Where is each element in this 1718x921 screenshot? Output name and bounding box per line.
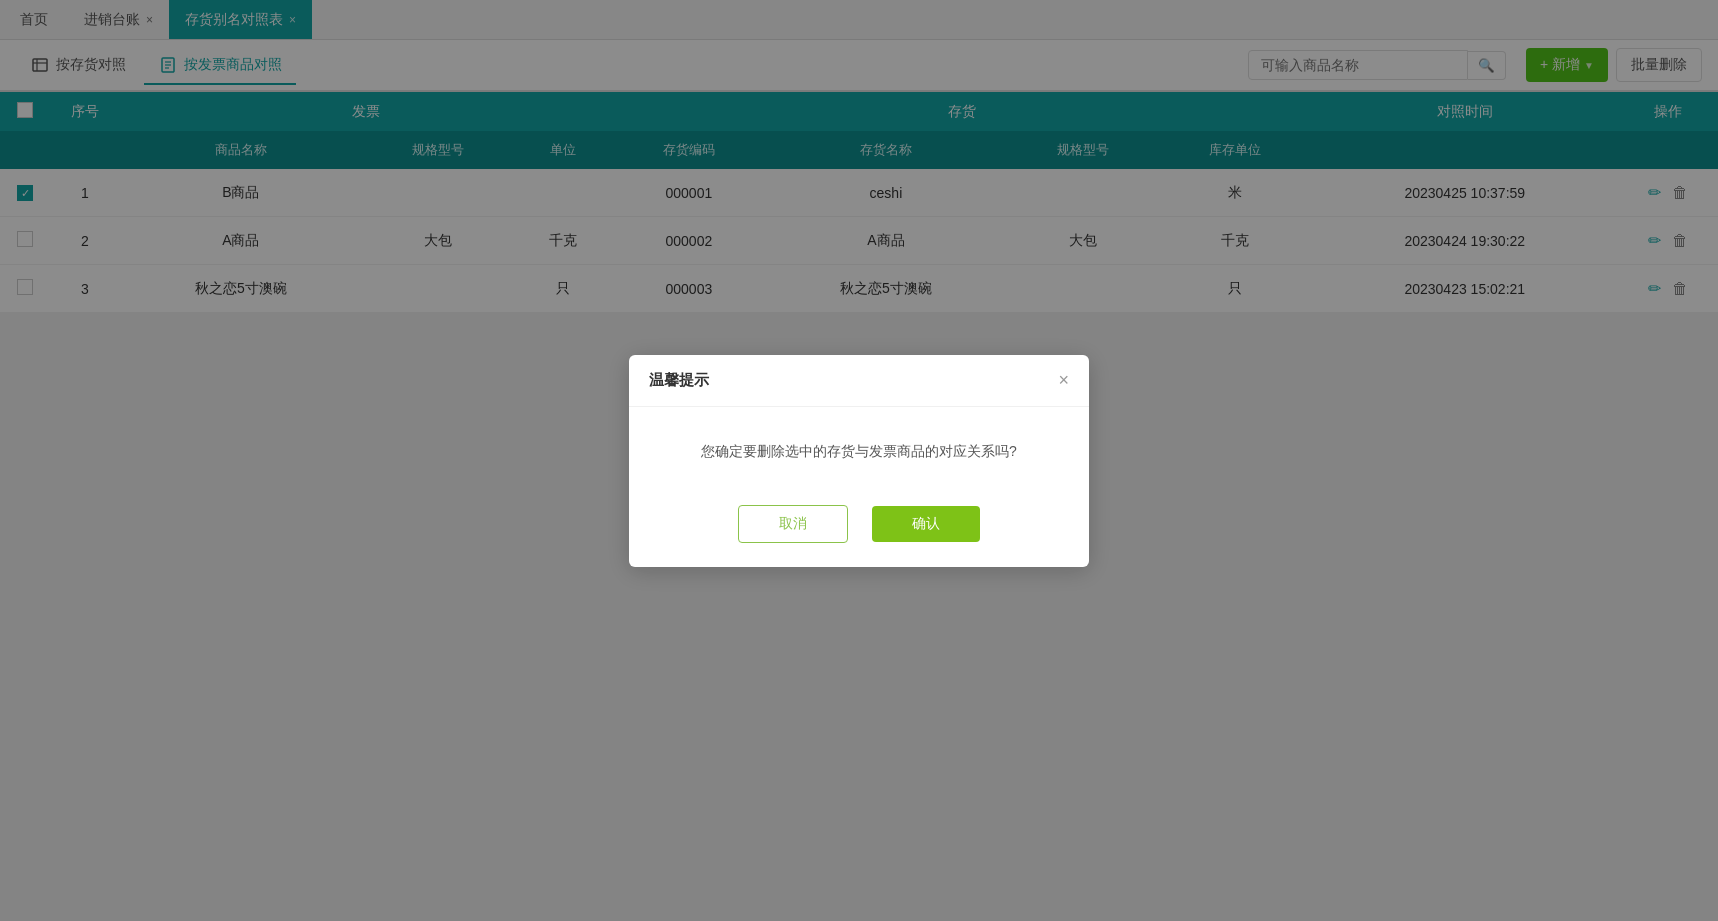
dialog-footer: 取消 确认 (629, 489, 1089, 567)
dialog-title: 温馨提示 (649, 371, 709, 390)
cancel-label: 取消 (779, 515, 807, 531)
confirm-dialog: 温馨提示 × 您确定要删除选中的存货与发票商品的对应关系吗? 取消 确认 (629, 355, 1089, 567)
dialog-body: 您确定要删除选中的存货与发票商品的对应关系吗? (629, 407, 1089, 489)
dialog-close-button[interactable]: × (1058, 371, 1069, 389)
dialog-cancel-button[interactable]: 取消 (738, 505, 848, 543)
dialog-header: 温馨提示 × (629, 355, 1089, 407)
confirm-label: 确认 (912, 515, 940, 531)
modal-overlay: 温馨提示 × 您确定要删除选中的存货与发票商品的对应关系吗? 取消 确认 (0, 0, 1718, 921)
dialog-message: 您确定要删除选中的存货与发票商品的对应关系吗? (701, 443, 1017, 459)
dialog-confirm-button[interactable]: 确认 (872, 506, 980, 542)
